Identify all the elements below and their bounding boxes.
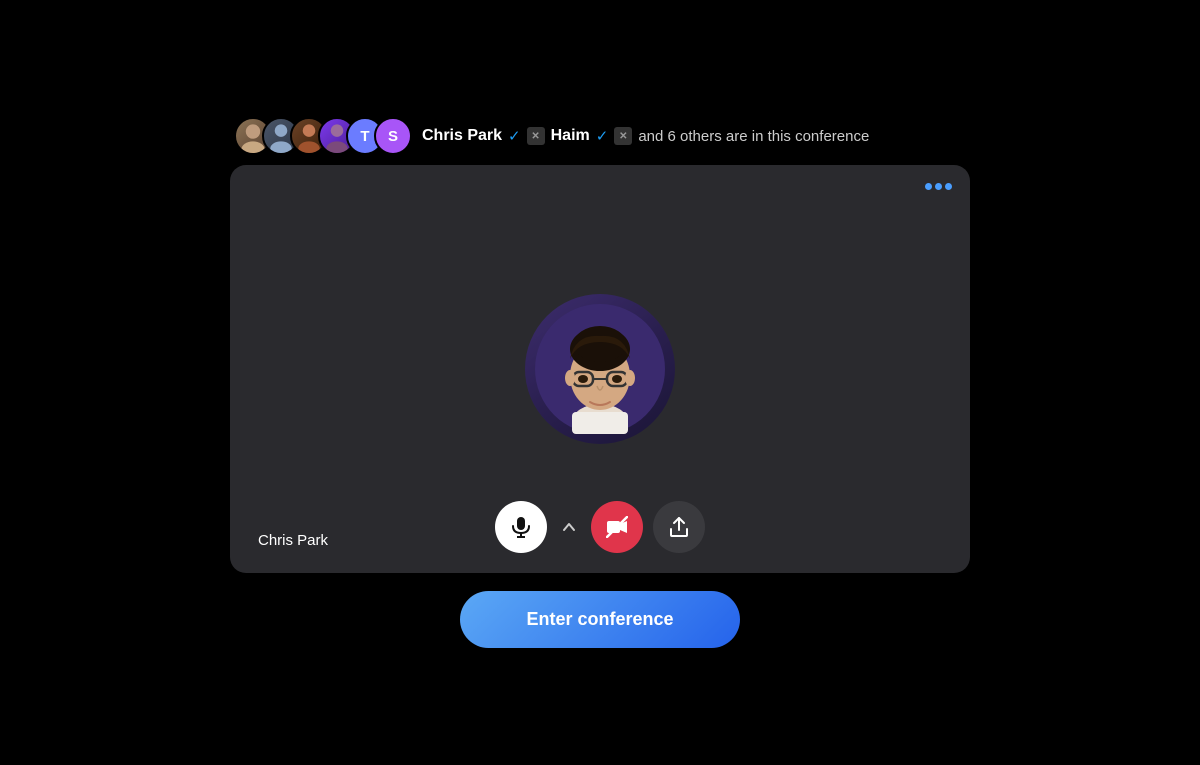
verified-badge-1: ✓: [508, 127, 521, 145]
mic-options-button[interactable]: [557, 515, 581, 539]
video-panel: Chris Park: [230, 165, 970, 573]
remove-participant-1-button[interactable]: ✕: [527, 127, 545, 145]
video-toggle-button[interactable]: [591, 501, 643, 553]
more-options-button[interactable]: [925, 183, 952, 190]
avatar-participant-s: S: [374, 117, 412, 155]
dot-2: [935, 183, 942, 190]
main-avatar: [525, 294, 675, 444]
video-controls: [495, 501, 705, 553]
avatar-stack: T S: [234, 117, 412, 155]
share-button[interactable]: [653, 501, 705, 553]
participants-rest-text: and 6 others are in this conference: [638, 128, 869, 145]
participants-info: Chris Park ✓ ✕ Haim ✓ ✕ and 6 others are…: [422, 127, 869, 145]
dot-3: [945, 183, 952, 190]
dot-1: [925, 183, 932, 190]
participant-name-1: Chris Park: [422, 127, 502, 145]
participants-bar: T S Chris Park ✓ ✕ Haim ✓ ✕ and 6 others…: [230, 117, 970, 155]
mic-button[interactable]: [495, 501, 547, 553]
conference-container: T S Chris Park ✓ ✕ Haim ✓ ✕ and 6 others…: [230, 117, 970, 648]
video-participant-name: Chris Park: [258, 532, 328, 549]
participant-name-2: Haim: [551, 127, 590, 145]
enter-conference-button[interactable]: Enter conference: [460, 591, 740, 648]
verified-badge-2: ✓: [596, 127, 609, 145]
remove-participant-2-button[interactable]: ✕: [614, 127, 632, 145]
